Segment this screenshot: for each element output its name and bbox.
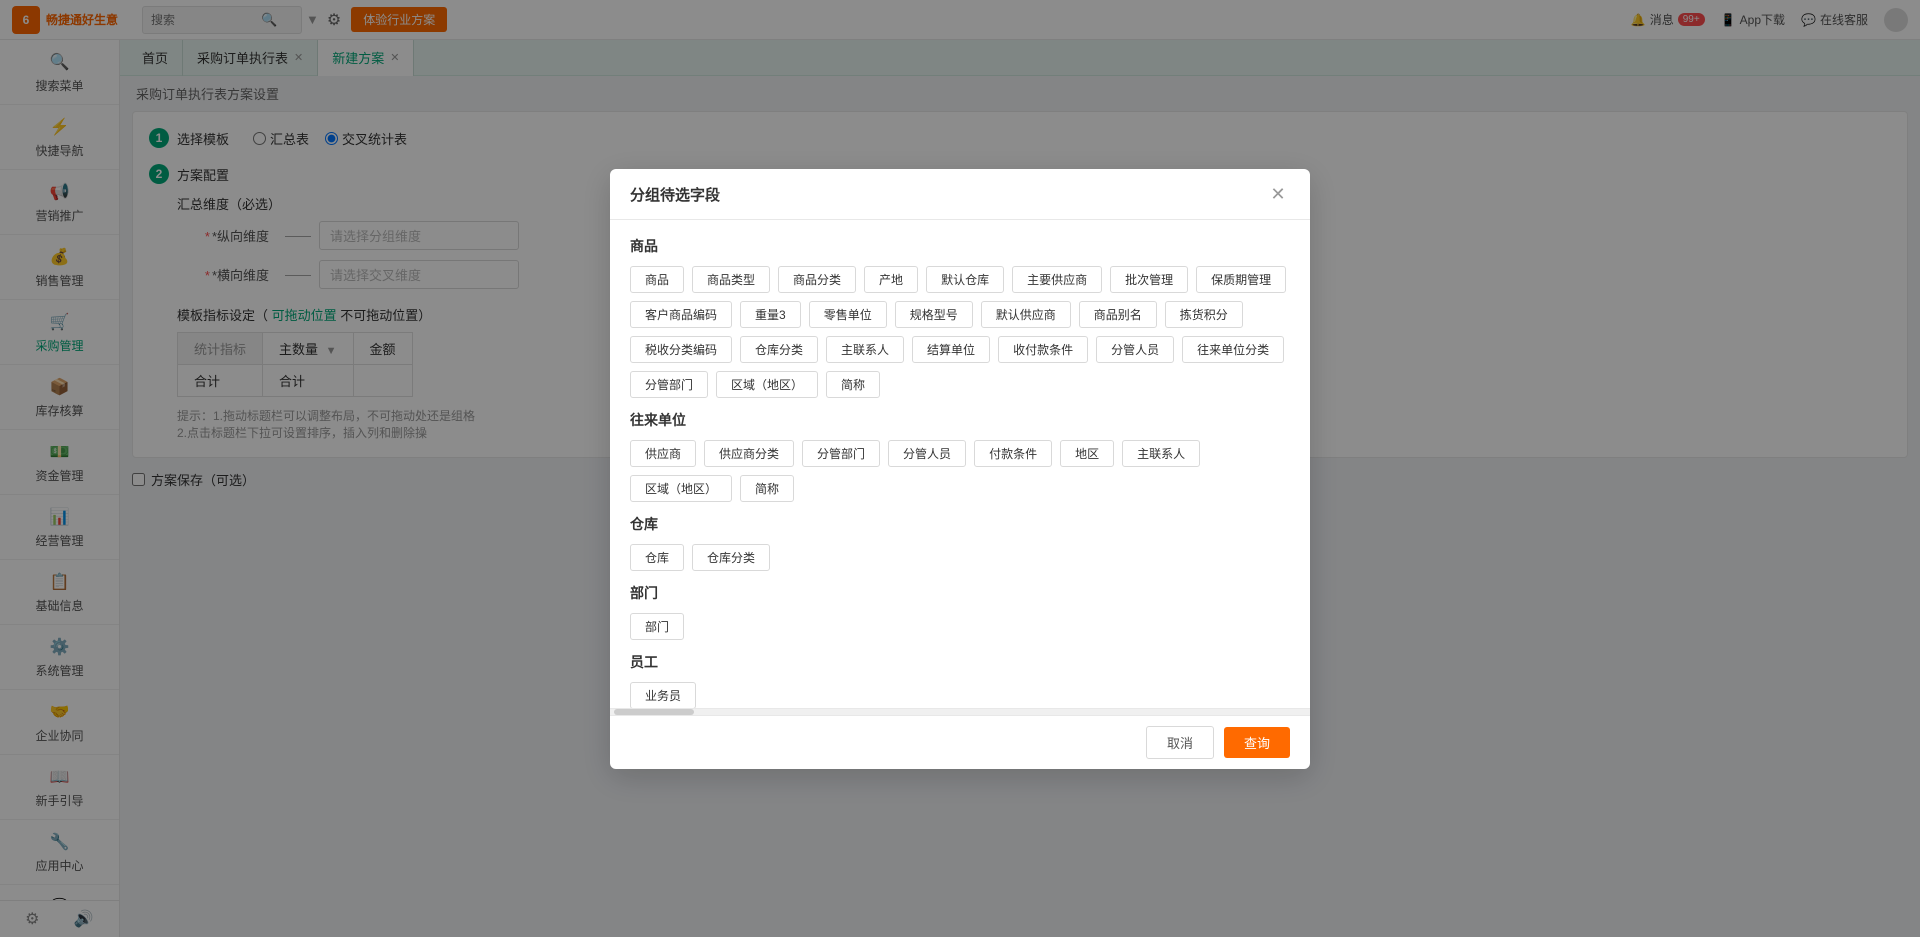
field-tag-1-3[interactable]: 分管人员 <box>888 440 966 467</box>
field-tag-0-13[interactable]: 商品别名 <box>1079 301 1157 328</box>
field-tag-0-19[interactable]: 收付款条件 <box>998 336 1088 363</box>
field-tag-0-21[interactable]: 往来单位分类 <box>1182 336 1284 363</box>
field-tag-0-20[interactable]: 分管人员 <box>1096 336 1174 363</box>
field-tag-2-1[interactable]: 仓库分类 <box>692 544 770 571</box>
field-tag-0-9[interactable]: 重量3 <box>740 301 801 328</box>
field-tag-1-1[interactable]: 供应商分类 <box>704 440 794 467</box>
field-tag-0-23[interactable]: 区域（地区） <box>716 371 818 398</box>
field-tag-0-6[interactable]: 批次管理 <box>1110 266 1188 293</box>
field-tag-1-8[interactable]: 简称 <box>740 475 794 502</box>
cancel-button[interactable]: 取消 <box>1146 726 1214 759</box>
dialog-hscroll[interactable] <box>610 708 1310 715</box>
field-tag-1-5[interactable]: 地区 <box>1060 440 1114 467</box>
dialog-overlay: 分组待选字段 ✕ 商品商品商品类型商品分类产地默认仓库主要供应商批次管理保质期管… <box>0 0 1920 937</box>
field-tag-0-2[interactable]: 商品分类 <box>778 266 856 293</box>
field-tag-0-4[interactable]: 默认仓库 <box>926 266 1004 293</box>
dialog-title: 分组待选字段 <box>630 184 720 205</box>
dialog-footer: 取消 查询 <box>610 715 1310 769</box>
field-tag-0-10[interactable]: 零售单位 <box>809 301 887 328</box>
dialog-body: 商品商品商品类型商品分类产地默认仓库主要供应商批次管理保质期管理客户商品编码重量… <box>610 220 1310 708</box>
field-tag-0-17[interactable]: 主联系人 <box>826 336 904 363</box>
field-tag-0-18[interactable]: 结算单位 <box>912 336 990 363</box>
dialog-group-fields-4: 业务员 <box>630 682 1290 708</box>
field-tag-0-7[interactable]: 保质期管理 <box>1196 266 1286 293</box>
dialog-group-title-1: 往来单位 <box>630 410 1290 430</box>
field-tag-0-15[interactable]: 税收分类编码 <box>630 336 732 363</box>
dialog-group-fields-3: 部门 <box>630 613 1290 640</box>
dialog-group-fields-1: 供应商供应商分类分管部门分管人员付款条件地区主联系人区域（地区） 简称 <box>630 440 1290 502</box>
dialog: 分组待选字段 ✕ 商品商品商品类型商品分类产地默认仓库主要供应商批次管理保质期管… <box>610 169 1310 769</box>
field-tag-0-11[interactable]: 规格型号 <box>895 301 973 328</box>
field-tag-0-12[interactable]: 默认供应商 <box>981 301 1071 328</box>
field-tag-1-2[interactable]: 分管部门 <box>802 440 880 467</box>
dialog-close-btn[interactable]: ✕ <box>1266 183 1290 207</box>
dialog-group-title-4: 员工 <box>630 652 1290 672</box>
dialog-group-title-2: 仓库 <box>630 514 1290 534</box>
dialog-group-fields-0: 商品商品类型商品分类产地默认仓库主要供应商批次管理保质期管理客户商品编码重量3 零… <box>630 266 1290 398</box>
field-tag-1-7[interactable]: 区域（地区） <box>630 475 732 502</box>
field-tag-0-8[interactable]: 客户商品编码 <box>630 301 732 328</box>
field-tag-3-0[interactable]: 部门 <box>630 613 684 640</box>
field-tag-0-0[interactable]: 商品 <box>630 266 684 293</box>
field-tag-0-3[interactable]: 产地 <box>864 266 918 293</box>
field-tag-1-4[interactable]: 付款条件 <box>974 440 1052 467</box>
field-tag-0-16[interactable]: 仓库分类 <box>740 336 818 363</box>
field-tag-0-5[interactable]: 主要供应商 <box>1012 266 1102 293</box>
field-tag-1-0[interactable]: 供应商 <box>630 440 696 467</box>
field-tag-0-1[interactable]: 商品类型 <box>692 266 770 293</box>
dialog-group-fields-2: 仓库仓库分类 <box>630 544 1290 571</box>
field-tag-2-0[interactable]: 仓库 <box>630 544 684 571</box>
dialog-group-title-3: 部门 <box>630 583 1290 603</box>
dialog-group-title-0: 商品 <box>630 236 1290 256</box>
field-tag-0-22[interactable]: 分管部门 <box>630 371 708 398</box>
field-tag-4-0[interactable]: 业务员 <box>630 682 696 708</box>
field-tag-1-6[interactable]: 主联系人 <box>1122 440 1200 467</box>
field-tag-0-14[interactable]: 拣货积分 <box>1165 301 1243 328</box>
dialog-header: 分组待选字段 ✕ <box>610 169 1310 220</box>
confirm-button[interactable]: 查询 <box>1224 727 1290 758</box>
field-tag-0-24[interactable]: 简称 <box>826 371 880 398</box>
